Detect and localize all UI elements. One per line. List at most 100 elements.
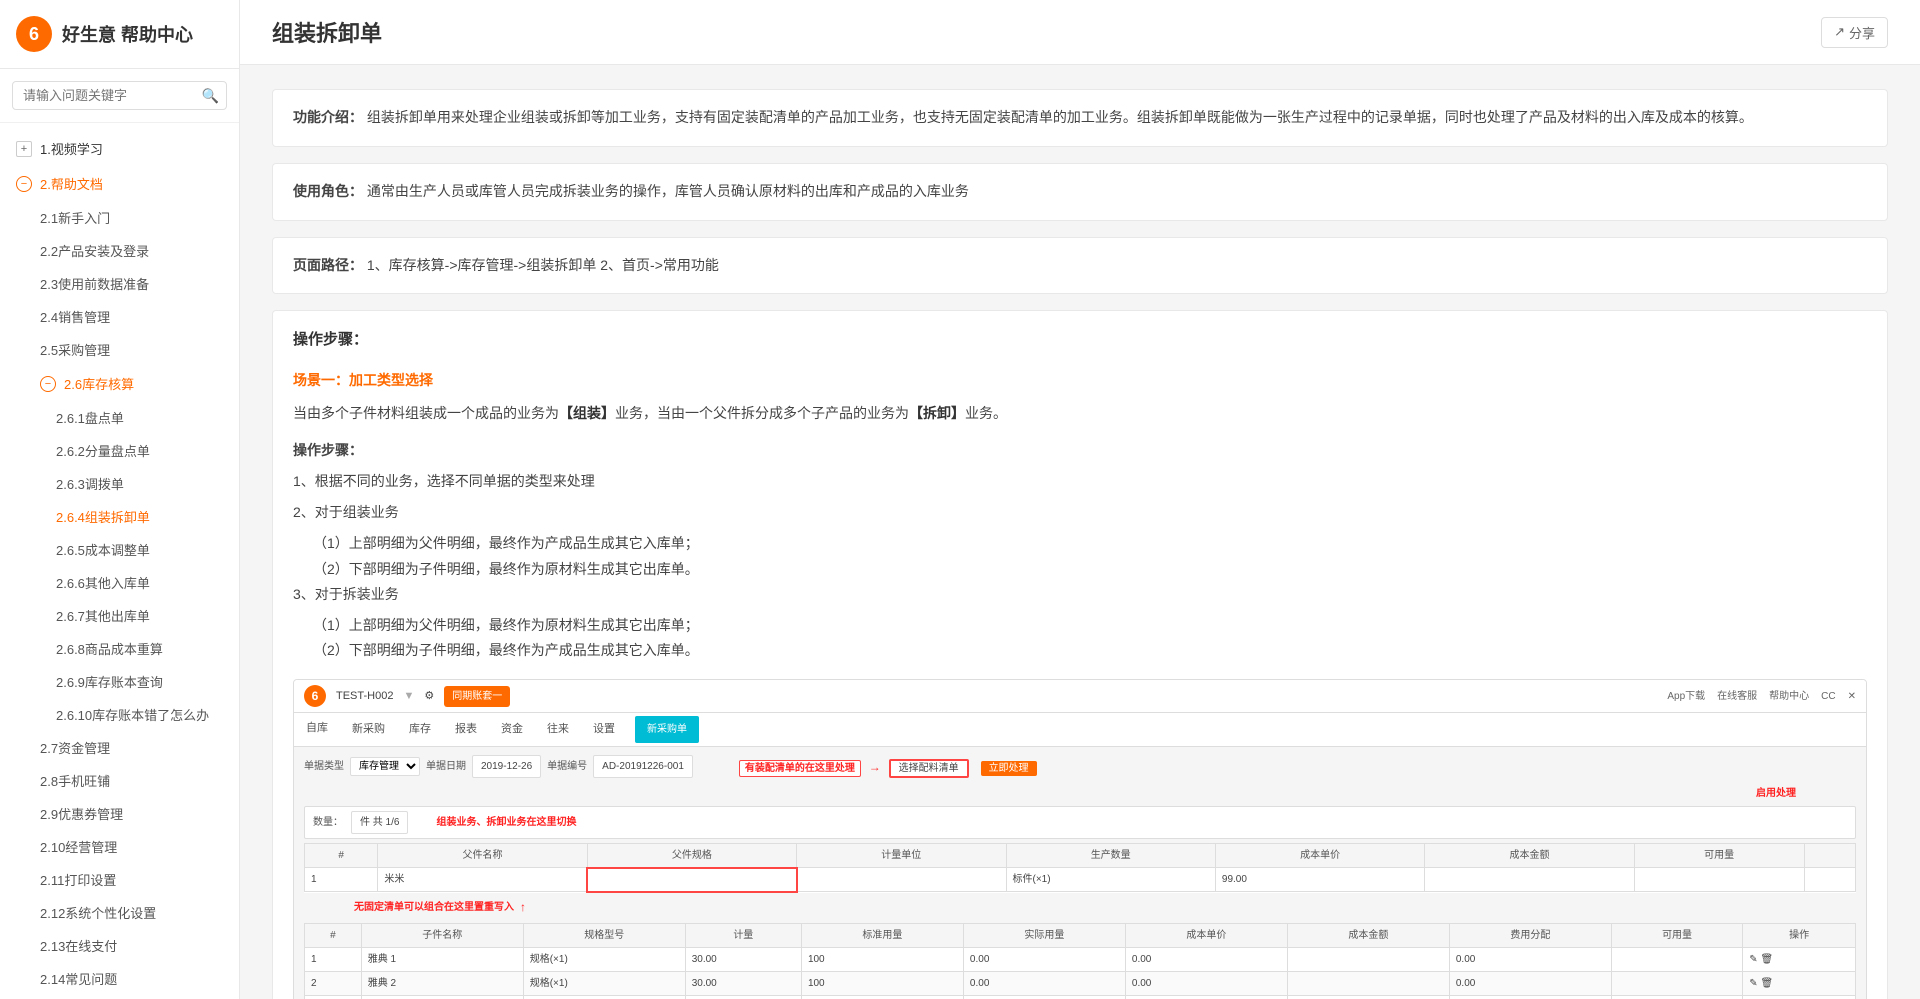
sim-nav-home[interactable]: 自库: [294, 713, 340, 746]
sim-annotation1-wrap: 有装配清单的在这里处理 → 选择配料清单 立即处理: [739, 755, 1037, 779]
sidebar-item-2-6-9[interactable]: 2.6.9库存账本查询: [0, 665, 239, 698]
sim-date-input[interactable]: 2019-12-26: [472, 755, 541, 778]
collapse-icon-2-6: −: [40, 376, 56, 392]
sidebar-item-2-12[interactable]: 2.12系统个性化设置: [0, 896, 239, 929]
sim-nav-report[interactable]: 报表: [443, 714, 489, 745]
sim-nav-purchase[interactable]: 新采购: [340, 714, 397, 745]
function-intro-text: 组装拆卸单用来处理企业组装或拆卸等加工业务，支持有固定装配清单的产品加工业务，也…: [367, 109, 1753, 125]
steps-block: 操作步骤： 场景一：加工类型选择 当由多个子件材料组装成一个成品的业务为【组装】…: [272, 310, 1888, 999]
sim-close-icon[interactable]: ✕: [1848, 688, 1856, 705]
collapse-icon-2: −: [16, 176, 32, 192]
search-box: 🔍: [0, 69, 239, 123]
step2-1-text: （1）上部明细为父件明细，最终作为产成品生成其它入库单；: [293, 531, 1867, 556]
sidebar-item-2-9[interactable]: 2.9优惠券管理: [0, 797, 239, 830]
scene1-desc: 当由多个子件材料组装成一个成品的业务为【组装】业务，当由一个父件拆分成多个子产品…: [293, 401, 1867, 426]
step3-2-text: （2）下部明细为子件明细，最终作为产成品生成其它入库单。: [293, 638, 1867, 663]
sidebar-item-2-5[interactable]: 2.5采购管理: [0, 333, 239, 366]
sidebar-item-2-14[interactable]: 2.14常见问题: [0, 962, 239, 995]
sim-cell-spec[interactable]: [587, 868, 796, 892]
sidebar-item-2-6-6[interactable]: 2.6.6其他入库单: [0, 566, 239, 599]
step2-text: 2、对于组装业务: [293, 500, 1867, 525]
role-block: 使用角色： 通常由生产人员或库管人员完成拆装业务的操作，库管人员确认原材料的出库…: [272, 163, 1888, 221]
sim-qty-label: 数量：: [313, 814, 343, 831]
sidebar-item-2-8[interactable]: 2.8手机旺铺: [0, 764, 239, 797]
role-text: 通常由生产人员或库管人员完成拆装业务的操作，库管人员确认原材料的出库和产成品的入…: [367, 183, 969, 199]
steps-title: 操作步骤：: [293, 327, 1867, 353]
sim-active-tab[interactable]: 新采购单: [635, 716, 699, 743]
sidebar-item-2-6-2[interactable]: 2.6.2分量盘点单: [0, 434, 239, 467]
sim-annotation4: 无固定清单可以组合在这里置重写入: [354, 899, 514, 916]
sim-nav-contact[interactable]: 往来: [535, 714, 581, 745]
sim-th-warehouse2: 费用分配: [1449, 924, 1611, 948]
sim-th-avail2: 可用量: [1611, 924, 1742, 948]
sim-th-goods2: 子件名称: [361, 924, 523, 948]
share-label: 分享: [1849, 23, 1875, 42]
sim-nav-finance[interactable]: 资金: [489, 714, 535, 745]
main-header: 组装拆卸单 ↗ 分享: [240, 0, 1920, 65]
sim-table-top: # 父件名称 父件规格 计量单位 生产数量 成本单价 成本金额 可用量: [304, 843, 1856, 893]
screenshot-block: 6 TEST-H002 ▼ ⚙ 同期账套一 App下载 在线客服 帮助中心 CC…: [293, 679, 1867, 999]
sidebar-item-2-4[interactable]: 2.4销售管理: [0, 300, 239, 333]
sim-icons: App下载 在线客服 帮助中心 CC ✕: [1667, 688, 1856, 705]
sim-th-actual: 实际用量: [963, 924, 1125, 948]
search-input[interactable]: [12, 81, 227, 110]
sidebar-item-2-6-3[interactable]: 2.6.3调拨单: [0, 467, 239, 500]
sim-type-select[interactable]: 库存管理: [350, 757, 420, 776]
sim-annotation4-wrap: 无固定清单可以组合在这里置重写入 ↑: [304, 897, 1856, 917]
sim-logo: 6: [304, 685, 326, 707]
logo-text: 好生意 帮助中心: [62, 21, 193, 47]
sidebar-item-2-1[interactable]: 2.1新手入门: [0, 201, 239, 234]
sim-th-unit2: 计量: [685, 924, 801, 948]
sidebar-item-2-6-5[interactable]: 2.6.5成本调整单: [0, 533, 239, 566]
nav-section-1: + 1.视频学习: [0, 131, 239, 166]
sim-th-spec: 父件规格: [587, 843, 796, 868]
step3-text: 3、对于拆装业务: [293, 582, 1867, 607]
sidebar-item-help[interactable]: − 2.帮助文档: [0, 166, 239, 201]
main-area: 组装拆卸单 ↗ 分享 功能介绍： 组装拆卸单用来处理企业组装或拆卸等加工业务，支…: [240, 0, 1920, 999]
function-intro-block: 功能介绍： 组装拆卸单用来处理企业组装或拆卸等加工业务，支持有固定装配清单的产品…: [272, 89, 1888, 147]
sim-select-btn[interactable]: 选择配料清单: [889, 759, 969, 778]
share-button[interactable]: ↗ 分享: [1821, 17, 1888, 48]
sidebar-item-2-10[interactable]: 2.10经营管理: [0, 830, 239, 863]
sidebar-item-2-2[interactable]: 2.2产品安装及登录: [0, 234, 239, 267]
sim-th-cost: 成本单价: [1215, 843, 1424, 868]
sidebar-item-2-6-10[interactable]: 2.6.10库存账本错了怎么办: [0, 698, 239, 731]
expand-icon-1: +: [16, 141, 32, 157]
sim-no-input[interactable]: AD-20191226-001: [593, 755, 693, 778]
sim-th-available: 可用量: [1634, 843, 1804, 868]
sim-table-bottom: # 子件名称 规格型号 计量 标准用量 实际用量 成本单价 成本金额 费用分配: [304, 923, 1856, 999]
scene1-title: 场景一：加工类型选择: [293, 369, 1867, 393]
search-icon[interactable]: 🔍: [202, 87, 219, 104]
sidebar-item-2-6-8[interactable]: 2.6.8商品成本重算: [0, 632, 239, 665]
sim-annotation2-row: 启用处理: [304, 785, 1856, 802]
table-row: 1 米米 标件(×1) 99.00: [305, 868, 1856, 892]
sim-nav-inventory[interactable]: 库存: [397, 714, 443, 745]
sim-process-btn[interactable]: 立即处理: [981, 761, 1037, 776]
sim-icon-app: App下载: [1667, 688, 1705, 705]
function-intro-label: 功能介绍：: [293, 109, 363, 125]
sim-form-area: 单据类型 库存管理 单据日期 2019-12-26 单据编号 AD-201912…: [294, 747, 1866, 999]
sim-qty-input[interactable]: 件 共 1/6: [351, 811, 408, 834]
sidebar-item-2-3[interactable]: 2.3使用前数据准备: [0, 267, 239, 300]
sidebar-item-2-11[interactable]: 2.11打印设置: [0, 863, 239, 896]
logo-area: 6 好生意 帮助中心: [0, 0, 239, 69]
sidebar-item-label: 1.视频学习: [40, 139, 103, 158]
sidebar-item-2-6-7[interactable]: 2.6.7其他出库单: [0, 599, 239, 632]
sim-form-row1: 单据类型 库存管理 单据日期 2019-12-26 单据编号 AD-201912…: [304, 755, 1856, 779]
nav-list: + 1.视频学习 − 2.帮助文档 2.1新手入门 2.2产品安装及登录 2.3…: [0, 123, 239, 999]
sim-th-spec2: 规格型号: [523, 924, 685, 948]
sidebar-item-2-6-4[interactable]: 2.6.4组装拆卸单: [0, 500, 239, 533]
page-title: 组装拆卸单: [272, 16, 382, 48]
sim-annotation2: 启用处理: [1756, 785, 1796, 802]
sidebar-item-video[interactable]: + 1.视频学习: [0, 131, 239, 166]
sim-nav-settings[interactable]: 设置: [581, 714, 627, 745]
nav-section-2: − 2.帮助文档 2.1新手入门 2.2产品安装及登录 2.3使用前数据准备 2…: [0, 166, 239, 999]
sidebar-item-2-15[interactable]: 2.15操作案例: [0, 995, 239, 999]
sidebar-item-2-7[interactable]: 2.7资金管理: [0, 731, 239, 764]
sim-orange-btn[interactable]: 同期账套一: [444, 686, 510, 707]
sidebar-item-2-13[interactable]: 2.13在线支付: [0, 929, 239, 962]
content-area: 功能介绍： 组装拆卸单用来处理企业组装或拆卸等加工业务，支持有固定装配清单的产品…: [240, 65, 1920, 999]
sidebar-item-2-6[interactable]: − 2.6库存核算: [0, 366, 239, 401]
sidebar-item-2-6-1[interactable]: 2.6.1盘点单: [0, 401, 239, 434]
sim-company: TEST-H002: [336, 687, 393, 706]
